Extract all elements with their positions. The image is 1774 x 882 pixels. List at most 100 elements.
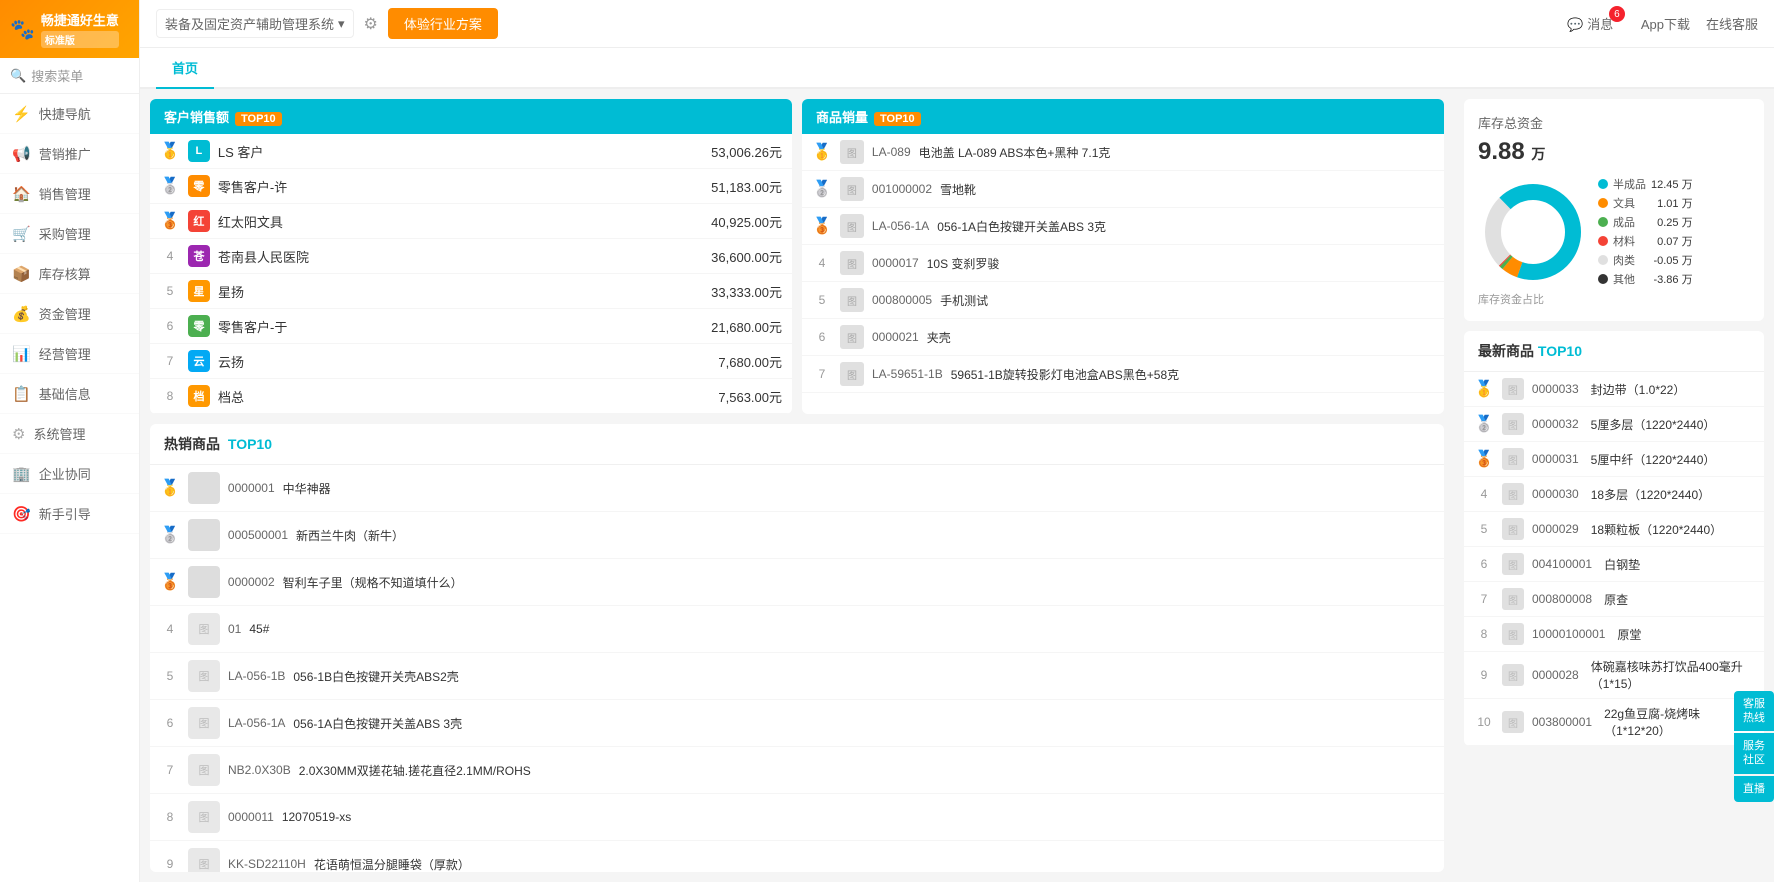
sidebar-item-2[interactable]: 🏠销售管理 bbox=[0, 174, 139, 214]
rank-num: 7 bbox=[1474, 592, 1494, 606]
new-name: 18颗粒板（1220*2440） bbox=[1591, 521, 1754, 538]
system-name: 装备及固定资产辅助管理系统 bbox=[165, 14, 334, 33]
donut-chart bbox=[1478, 177, 1588, 287]
rank-num: 9 bbox=[1474, 668, 1494, 682]
sidebar-item-5[interactable]: 💰资金管理 bbox=[0, 294, 139, 334]
table-row: 🥉 红 红太阳文具 40,925.00元 bbox=[150, 204, 792, 239]
rank-num: 6 bbox=[160, 716, 180, 730]
legend-dot bbox=[1598, 198, 1608, 208]
inventory-card: 库存总资金 9.88 万 bbox=[1464, 99, 1764, 321]
customer-amount: 33,333.00元 bbox=[711, 282, 782, 301]
sidebar-label-7: 基础信息 bbox=[39, 384, 91, 403]
sidebar-item-1[interactable]: 📢营销推广 bbox=[0, 134, 139, 174]
rank-num: 7 bbox=[812, 367, 832, 381]
legend-label: 半成品 bbox=[1613, 176, 1646, 192]
settings-icon[interactable]: ⚙ bbox=[364, 14, 378, 34]
product-img: 图 bbox=[1502, 553, 1524, 575]
search-label: 搜索菜单 bbox=[31, 66, 83, 85]
hot-name: 智利车子里（规格不知道填什么） bbox=[283, 574, 1434, 591]
customer-amount: 7,563.00元 bbox=[718, 387, 782, 406]
hot-code: 000500001 bbox=[228, 528, 288, 542]
service-community-btn[interactable]: 服务社区 bbox=[1734, 733, 1774, 774]
sidebar-item-10[interactable]: 🎯新手引导 bbox=[0, 494, 139, 534]
customer-service-btn[interactable]: 客服热线 bbox=[1734, 691, 1774, 732]
hot-name: 花语萌恒温分腿睡袋（厚款） bbox=[314, 856, 1434, 873]
sidebar: 🐾 畅捷通好生意 标准版 🔍 搜索菜单 ⚡快捷导航📢营销推广🏠销售管理🛒采购管理… bbox=[0, 0, 140, 882]
new-code: 0000030 bbox=[1532, 487, 1579, 501]
sidebar-search[interactable]: 🔍 搜索菜单 bbox=[0, 58, 139, 94]
new-name: 原堂 bbox=[1617, 626, 1754, 643]
sidebar-item-6[interactable]: 📊经营管理 bbox=[0, 334, 139, 374]
sidebar-item-7[interactable]: 📋基础信息 bbox=[0, 374, 139, 414]
rank-num: 4 bbox=[1474, 487, 1494, 501]
product-img: 图 bbox=[840, 362, 864, 386]
sidebar-item-3[interactable]: 🛒 采购管理 bbox=[0, 214, 139, 254]
table-row: 4 苍 苍南县人民医院 36,600.00元 bbox=[150, 239, 792, 274]
message-icon-area[interactable]: 💬 消息 6 bbox=[1567, 14, 1624, 33]
sidebar-label-4: 库存核算 bbox=[39, 264, 91, 283]
medal-icon: 🥇 bbox=[160, 141, 180, 161]
sidebar-item-4[interactable]: 📦库存核算 bbox=[0, 254, 139, 294]
table-row: 4 图 0000017 10S 变刹罗骏 bbox=[802, 245, 1444, 282]
customer-amount: 7,680.00元 bbox=[718, 352, 782, 371]
product-code: 0000021 bbox=[872, 330, 919, 344]
sidebar-icon-1: 📢 bbox=[12, 145, 31, 163]
sidebar-item-0[interactable]: ⚡快捷导航 bbox=[0, 94, 139, 134]
rank-num: 10 bbox=[1474, 715, 1494, 729]
sidebar-icon-8: ⚙ bbox=[12, 425, 25, 443]
customer-name: 档总 bbox=[218, 387, 710, 406]
rank-num: 7 bbox=[160, 763, 180, 777]
live-btn[interactable]: 直播 bbox=[1734, 776, 1774, 802]
legend-value: 0.25 万 bbox=[1657, 214, 1692, 230]
product-img: 图 bbox=[1502, 378, 1524, 400]
customer-name: LS 客户 bbox=[218, 142, 703, 161]
legend-item: 半成品 12.45 万 bbox=[1598, 176, 1693, 192]
product-ranking-title: 商品销量TOP10 bbox=[816, 107, 921, 126]
product-thumbnail bbox=[188, 519, 220, 551]
rank-num: 4 bbox=[160, 249, 180, 263]
list-item: 8 图 10000100001 原堂 bbox=[1464, 617, 1764, 652]
new-code: 000800008 bbox=[1532, 592, 1592, 606]
table-row: 7 图 LA-59651-1B 59651-1B旋转投影灯电池盒ABS黑色+58… bbox=[802, 356, 1444, 393]
hot-code: 01 bbox=[228, 622, 241, 636]
online-service-link[interactable]: 在线客服 bbox=[1706, 14, 1758, 33]
right-panel: 库存总资金 9.88 万 bbox=[1454, 89, 1774, 882]
product-thumbnail: 图 bbox=[188, 754, 220, 786]
inventory-sub-label: 库存资金占比 bbox=[1478, 291, 1750, 307]
product-code: 0000017 bbox=[872, 256, 919, 270]
legend-value: -3.86 万 bbox=[1653, 271, 1692, 287]
inventory-value: 9.88 万 bbox=[1478, 138, 1750, 166]
rank-num: 5 bbox=[1474, 522, 1494, 536]
product-thumbnail: 图 bbox=[188, 801, 220, 833]
product-panel: 商品销量TOP10 🥇 图 LA-089 电池盖 LA-089 ABS本色+黑种… bbox=[802, 99, 1444, 414]
list-item: 🥈 000500001 新西兰牛肉（新牛） bbox=[150, 512, 1444, 559]
system-selector[interactable]: 装备及固定资产辅助管理系统 ▾ bbox=[156, 9, 354, 38]
hot-products-title: 热销商品 TOP10 bbox=[164, 436, 272, 452]
hot-code: LA-056-1B bbox=[228, 669, 285, 683]
sidebar-label-2: 销售管理 bbox=[39, 184, 91, 203]
list-item: 9图 KK-SD22110H 花语萌恒温分腿睡袋（厚款） bbox=[150, 841, 1444, 872]
new-code: 0000032 bbox=[1532, 417, 1579, 431]
list-item: 7图 NB2.0X30B 2.0X30MM双搓花轴.搓花直径2.1MM/ROHS bbox=[150, 747, 1444, 794]
app-download-link[interactable]: App下载 bbox=[1641, 14, 1690, 33]
sidebar-item-9[interactable]: 🏢企业协同 bbox=[0, 454, 139, 494]
medal-icon: 🥇 bbox=[1474, 379, 1494, 399]
sidebar-icon-3: 🛒 bbox=[12, 225, 31, 243]
hot-code: 0000002 bbox=[228, 575, 275, 589]
tab-home[interactable]: 首页 bbox=[156, 48, 214, 89]
product-thumbnail: 图 bbox=[188, 613, 220, 645]
float-panel: 客服热线 服务社区 直播 bbox=[1734, 691, 1774, 802]
customer-amount: 40,925.00元 bbox=[711, 212, 782, 231]
legend-value: 0.07 万 bbox=[1657, 233, 1692, 249]
sidebar-item-8[interactable]: ⚙系统管理 bbox=[0, 414, 139, 454]
sidebar-label-3: 采购管理 bbox=[39, 224, 91, 243]
product-name: 手机测试 bbox=[940, 292, 1434, 309]
new-products-list: 🥇 图 0000033 封边带（1.0*22）🥈 图 0000032 5厘多层（… bbox=[1464, 372, 1764, 746]
product-thumbnail bbox=[188, 566, 220, 598]
hot-code: KK-SD22110H bbox=[228, 857, 306, 871]
rank-num: 6 bbox=[812, 330, 832, 344]
rank-num: 4 bbox=[160, 622, 180, 636]
sidebar-icon-10: 🎯 bbox=[12, 505, 31, 523]
trial-button[interactable]: 体验行业方案 bbox=[388, 8, 498, 39]
product-name: 59651-1B旋转投影灯电池盒ABS黑色+58克 bbox=[951, 366, 1434, 383]
